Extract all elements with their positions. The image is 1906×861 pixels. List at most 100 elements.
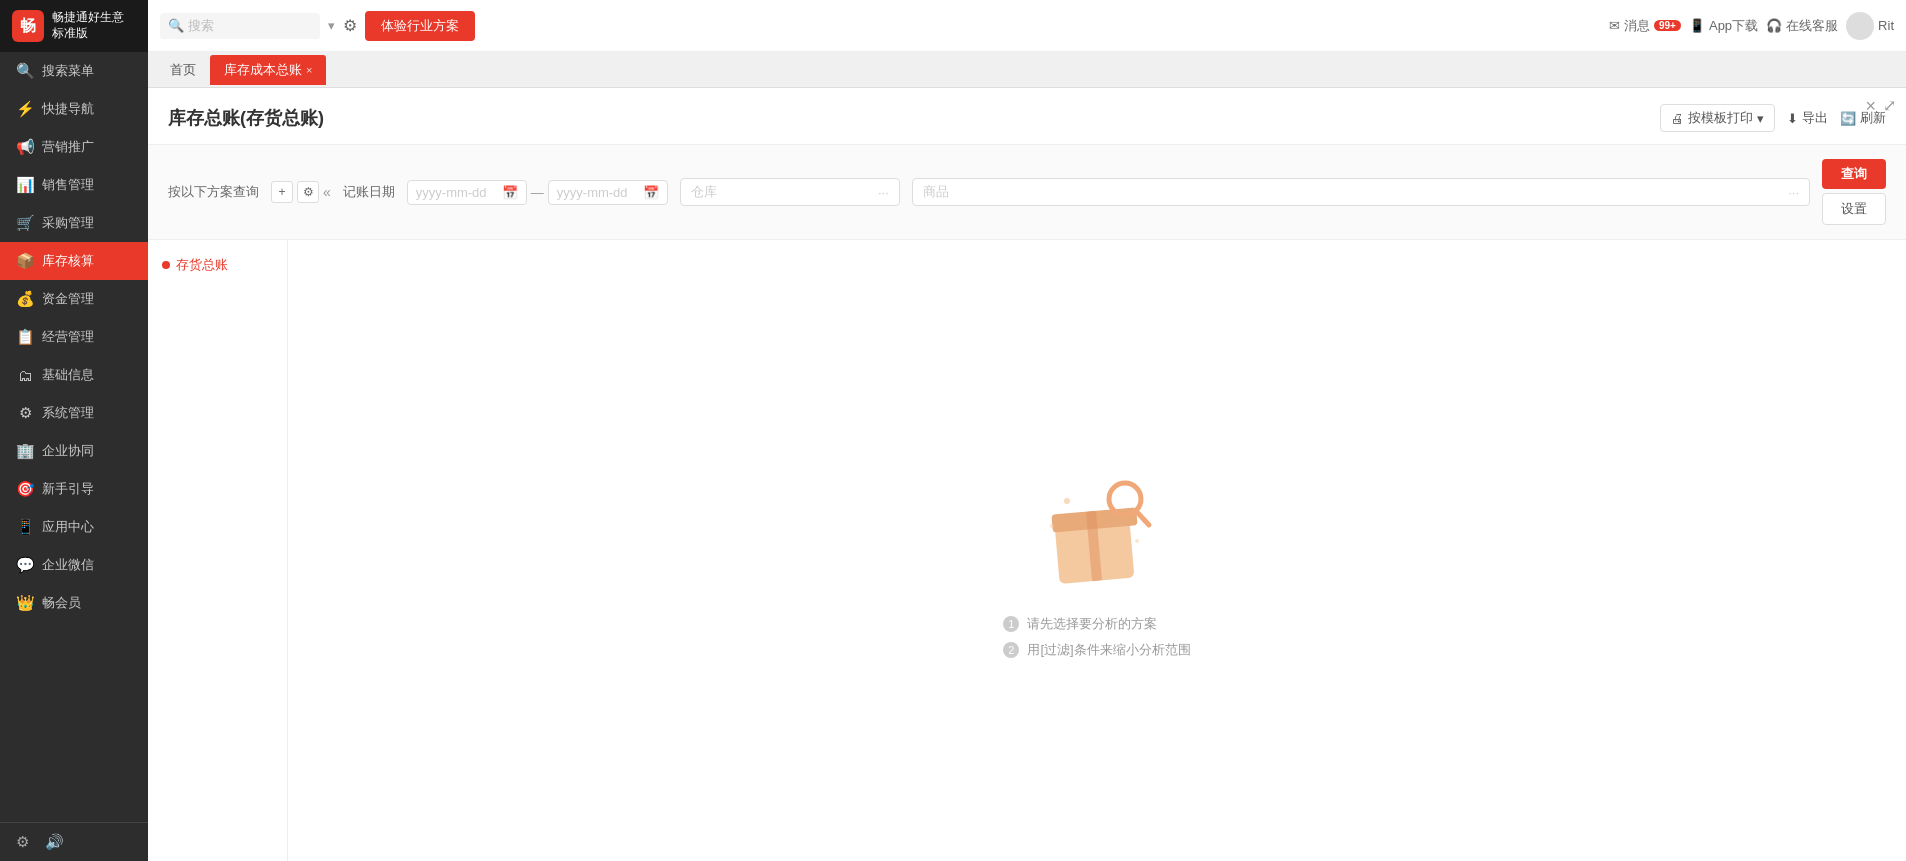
topbar-app-download[interactable]: 📱 App下载 xyxy=(1689,17,1758,35)
main-content-area: 存货总账 xyxy=(148,240,1906,861)
sidebar-item-label: 快捷导航 xyxy=(42,100,94,118)
filter-area: 按以下方案查询 + ⚙ « 记账日期 yyyy-mm-dd 📅 — yyyy-m… xyxy=(148,145,1906,240)
tab-home[interactable]: 首页 xyxy=(156,55,210,85)
app-download-icon: 📱 xyxy=(1689,18,1705,33)
app-subtitle: 标准版 xyxy=(52,26,124,42)
page-header: 库存总账(存货总账) 🖨 按模板打印 ▾ ⬇ 导出 🔄 刷新 xyxy=(148,88,1906,145)
sidebar-item-label: 采购管理 xyxy=(42,214,94,232)
date-separator: — xyxy=(531,185,544,200)
empty-svg xyxy=(1037,471,1157,591)
marketing-icon: 📢 xyxy=(16,138,34,156)
tip-item-2: 2 用[过滤]条件来缩小分析范围 xyxy=(1003,637,1190,663)
sidebar-item-operations[interactable]: 📋 经营管理 xyxy=(0,318,148,356)
page-title: 库存总账(存货总账) xyxy=(168,106,324,130)
sidebar-item-inventory[interactable]: 📦 库存核算 xyxy=(0,242,148,280)
sidebar-header: 畅 畅捷通好生意 标准版 xyxy=(0,0,148,52)
print-button[interactable]: 🖨 按模板打印 ▾ xyxy=(1660,104,1775,132)
quick-nav-icon: ⚡ xyxy=(16,100,34,118)
scheme-item-inventory-ledger[interactable]: 存货总账 xyxy=(148,250,287,280)
settings-button[interactable]: 设置 xyxy=(1822,193,1886,225)
speaker-footer-icon[interactable]: 🔊 xyxy=(45,833,64,851)
sidebar-item-app-center[interactable]: 📱 应用中心 xyxy=(0,508,148,546)
message-label: 消息 xyxy=(1624,17,1650,35)
query-actions: 查询 设置 xyxy=(1822,159,1886,225)
svg-line-4 xyxy=(1136,511,1149,525)
filter-settings-button[interactable]: ⚙ xyxy=(297,181,319,203)
empty-state: 1 请先选择要分析的方案 2 用[过滤]条件来缩小分析范围 xyxy=(1003,391,1190,743)
date-start-field[interactable]: yyyy-mm-dd 📅 xyxy=(407,180,527,205)
scheme-item-label: 存货总账 xyxy=(176,256,228,274)
sidebar-item-label: 资金管理 xyxy=(42,290,94,308)
filter-icons: + ⚙ « xyxy=(271,181,331,203)
product-field[interactable]: 商品 ··· xyxy=(912,178,1810,206)
sidebar-item-search-menu[interactable]: 🔍 搜索菜单 xyxy=(0,52,148,90)
topbar-user[interactable]: Rit xyxy=(1846,12,1894,40)
sidebar-item-label: 应用中心 xyxy=(42,518,94,536)
tip-text-1: 请先选择要分析的方案 xyxy=(1027,611,1157,637)
product-label: 商品 xyxy=(923,183,949,201)
refresh-button[interactable]: 🔄 刷新 xyxy=(1840,109,1886,127)
svg-point-6 xyxy=(1050,524,1054,528)
sidebar-item-finance[interactable]: 💰 资金管理 xyxy=(0,280,148,318)
tab-close-icon[interactable]: × xyxy=(306,64,312,76)
industry-button[interactable]: 体验行业方案 xyxy=(365,11,475,41)
message-icon: ✉ xyxy=(1609,18,1620,33)
sidebar-item-sales[interactable]: 📊 销售管理 xyxy=(0,166,148,204)
finance-icon: 💰 xyxy=(16,290,34,308)
date-range-input: yyyy-mm-dd 📅 — yyyy-mm-dd 📅 xyxy=(407,180,668,205)
export-icon: ⬇ xyxy=(1787,111,1798,126)
content-close-button[interactable]: × xyxy=(1865,96,1876,117)
purchase-icon: 🛒 xyxy=(16,214,34,232)
online-service-label: 在线客服 xyxy=(1786,17,1838,35)
sidebar-item-label: 畅会员 xyxy=(42,594,81,612)
sidebar-item-purchase[interactable]: 🛒 采购管理 xyxy=(0,204,148,242)
app-download-label: App下载 xyxy=(1709,17,1758,35)
date-end-field[interactable]: yyyy-mm-dd 📅 xyxy=(548,180,668,205)
sidebar-item-quick-nav[interactable]: ⚡ 快捷导航 xyxy=(0,90,148,128)
tab-inventory-ledger[interactable]: 库存成本总账 × xyxy=(210,55,326,85)
sidebar-item-member[interactable]: 👑 畅会员 xyxy=(0,584,148,622)
tip-item-1: 1 请先选择要分析的方案 xyxy=(1003,611,1190,637)
inventory-ledger-tab-label: 库存成本总账 xyxy=(224,61,302,79)
member-icon: 👑 xyxy=(16,594,34,612)
content-resize-button[interactable]: ⤢ xyxy=(1883,96,1896,115)
page-actions: 🖨 按模板打印 ▾ ⬇ 导出 🔄 刷新 xyxy=(1660,104,1886,132)
sidebar-item-label: 营销推广 xyxy=(42,138,94,156)
warehouse-label: 仓库 xyxy=(691,183,717,201)
app-title-block: 畅捷通好生意 标准版 xyxy=(52,10,124,41)
filter-collapse-button[interactable]: « xyxy=(323,184,331,200)
refresh-icon: 🔄 xyxy=(1840,111,1856,126)
topbar-gear-icon[interactable]: ⚙ xyxy=(343,16,357,35)
calendar-start-icon: 📅 xyxy=(502,185,518,200)
sidebar-item-basic-info[interactable]: 🗂 基础信息 xyxy=(0,356,148,394)
sidebar-item-newbie[interactable]: 🎯 新手引导 xyxy=(0,470,148,508)
settings-footer-icon[interactable]: ⚙ xyxy=(16,833,29,851)
topbar-online-service[interactable]: 🎧 在线客服 xyxy=(1766,17,1838,35)
app-logo: 畅 xyxy=(12,10,44,42)
sidebar-item-marketing[interactable]: 📢 营销推广 xyxy=(0,128,148,166)
sidebar: 畅 畅捷通好生意 标准版 🔍 搜索菜单 ⚡ 快捷导航 📢 营销推广 📊 销售管理… xyxy=(0,0,148,861)
topbar-messages[interactable]: ✉ 消息 99+ xyxy=(1609,17,1681,35)
search-menu-icon: 🔍 xyxy=(16,62,34,80)
topbar-search[interactable]: 🔍 搜索 xyxy=(160,13,320,39)
topbar-dropdown-icon[interactable]: ▾ xyxy=(328,18,335,33)
svg-point-7 xyxy=(1135,539,1139,543)
print-icon: 🖨 xyxy=(1671,111,1684,126)
query-button[interactable]: 查询 xyxy=(1822,159,1886,189)
export-button[interactable]: ⬇ 导出 xyxy=(1787,109,1828,127)
warehouse-field[interactable]: 仓库 ··· xyxy=(680,178,900,206)
sidebar-item-wechat[interactable]: 💬 企业微信 xyxy=(0,546,148,584)
filter-label: 按以下方案查询 xyxy=(168,183,259,201)
app-title: 畅捷通好生意 xyxy=(52,10,124,26)
filter-add-button[interactable]: + xyxy=(271,181,293,203)
sidebar-item-system[interactable]: ⚙ 系统管理 xyxy=(0,394,148,432)
product-more-icon: ··· xyxy=(1788,185,1799,200)
online-service-icon: 🎧 xyxy=(1766,18,1782,33)
empty-illustration xyxy=(1037,471,1157,591)
tip-num-1: 1 xyxy=(1003,616,1019,632)
sidebar-item-label: 经营管理 xyxy=(42,328,94,346)
system-icon: ⚙ xyxy=(16,404,34,422)
topbar: 🔍 搜索 ▾ ⚙ 体验行业方案 ✉ 消息 99+ 📱 App下载 🎧 在线客服 … xyxy=(148,0,1906,52)
sidebar-item-enterprise[interactable]: 🏢 企业协同 xyxy=(0,432,148,470)
print-label: 按模板打印 xyxy=(1688,109,1753,127)
